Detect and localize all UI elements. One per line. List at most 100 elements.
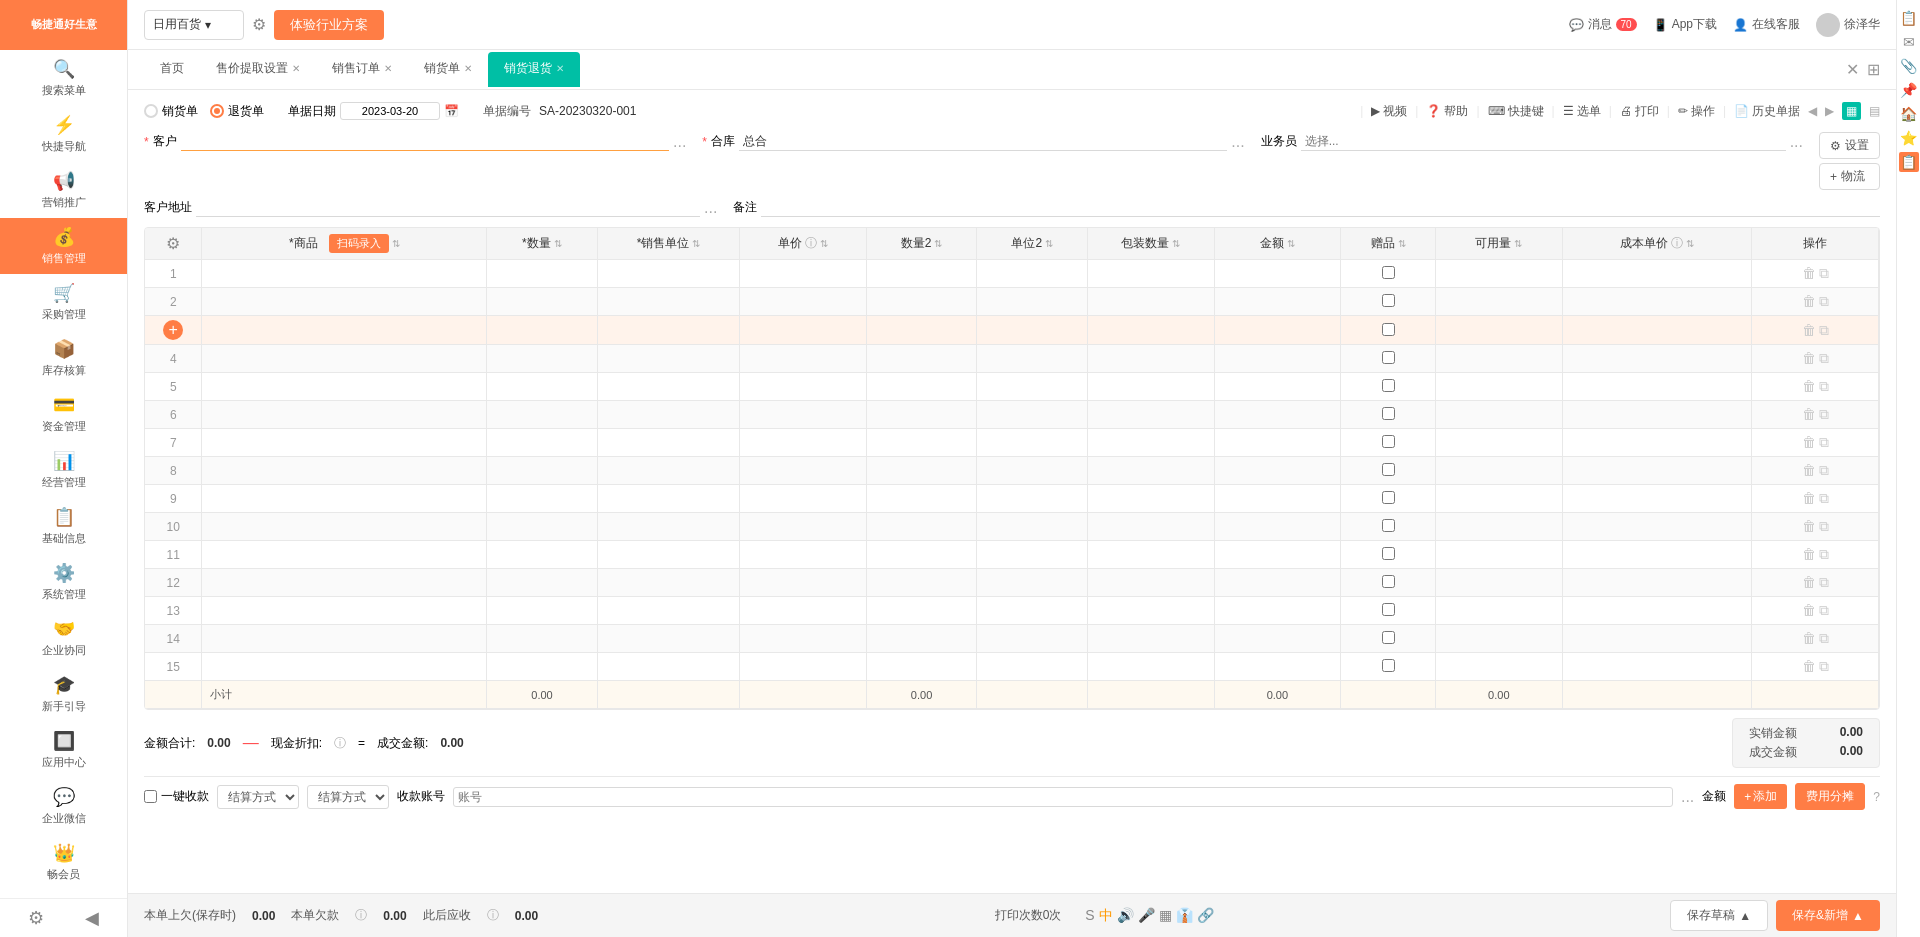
unit-price-cell[interactable] [740,345,867,373]
qty-cell[interactable] [487,485,598,513]
qty-cell[interactable] [487,513,598,541]
amount-cell[interactable] [1214,513,1341,541]
tab-sale-return[interactable]: 销货退货 ✕ [488,52,580,87]
sale-unit-cell[interactable] [597,597,739,625]
pack-qty-cell[interactable] [1088,260,1215,288]
add-payment-btn[interactable]: + 添加 [1734,784,1787,809]
available-cell[interactable] [1436,485,1563,513]
icon5[interactable]: ▦ [1159,907,1172,925]
cost-price-cell[interactable] [1562,316,1752,345]
gift-checkbox[interactable] [1382,603,1395,616]
sale-unit-cell[interactable] [597,401,739,429]
help-btn[interactable]: ❓ 帮助 [1426,103,1468,120]
salesperson-input[interactable] [1301,132,1786,151]
delete-row-btn[interactable]: 🗑 [1802,406,1816,422]
sale-unit-input[interactable] [602,549,735,561]
sale-unit-cell[interactable] [597,345,739,373]
sale-unit-input[interactable] [602,437,735,449]
unit2-cell[interactable] [977,597,1088,625]
product-cell[interactable] [202,597,487,625]
sale-unit-input[interactable] [602,633,735,645]
history-btn[interactable]: 📄 历史单据 [1734,103,1800,120]
qty-input[interactable] [491,577,593,589]
cost-price-cell[interactable] [1562,625,1752,653]
available-cell[interactable] [1436,429,1563,457]
qty-input[interactable] [491,549,593,561]
sale-unit-cell[interactable] [597,373,739,401]
unit2-cell[interactable] [977,541,1088,569]
available-cell[interactable] [1436,316,1563,345]
amount-cell[interactable] [1214,625,1341,653]
unit-price-cell[interactable] [740,653,867,681]
qty-cell[interactable] [487,316,598,345]
sale-unit-cell[interactable] [597,288,739,316]
qty-cell[interactable] [487,541,598,569]
cost-price-cell[interactable] [1562,597,1752,625]
product-cell[interactable] [202,345,487,373]
product-input[interactable] [206,409,482,421]
unit-price-input[interactable] [744,493,862,505]
qty2-cell[interactable] [866,625,977,653]
copy-row-btn[interactable]: ⧉ [1819,378,1829,394]
gift-cell[interactable] [1341,457,1436,485]
qty-sort-icon[interactable]: ⇅ [554,238,562,249]
available-sort-icon[interactable]: ⇅ [1514,238,1522,249]
gift-cell[interactable] [1341,260,1436,288]
pack-qty-cell[interactable] [1088,597,1215,625]
gift-cell[interactable] [1341,653,1436,681]
sale-unit-cell[interactable] [597,513,739,541]
sale-unit-cell[interactable] [597,541,739,569]
sale-unit-cell[interactable] [597,569,739,597]
unit-price-input[interactable] [744,549,862,561]
gift-cell[interactable] [1341,373,1436,401]
amount-cell[interactable] [1214,288,1341,316]
gift-checkbox[interactable] [1382,294,1395,307]
delete-row-btn[interactable]: 🗑 [1802,434,1816,450]
delete-row-btn[interactable]: 🗑 [1802,378,1816,394]
delete-row-btn[interactable]: 🗑 [1802,490,1816,506]
calendar-icon[interactable]: 📅 [444,104,459,118]
expected-info[interactable]: ⓘ [487,907,499,924]
unit-price-input[interactable] [744,521,862,533]
qty2-cell[interactable] [866,513,977,541]
cost-price-cell[interactable] [1562,513,1752,541]
gift-checkbox[interactable] [1382,491,1395,504]
unit-price-input[interactable] [744,353,862,365]
sale-unit-cell[interactable] [597,625,739,653]
pack-qty-cell[interactable] [1088,625,1215,653]
qty2-cell[interactable] [866,288,977,316]
product-input[interactable] [206,605,482,617]
tab-close-all-icon[interactable]: ✕ [1846,60,1859,79]
user-info[interactable]: 徐泽华 [1816,13,1880,37]
delete-row-btn[interactable]: 🗑 [1802,350,1816,366]
right-panel-icon-1[interactable]: 📋 [1899,8,1919,28]
pack-qty-cell[interactable] [1088,541,1215,569]
qty-input[interactable] [491,661,593,673]
unit2-cell[interactable] [977,457,1088,485]
qty-input[interactable] [491,409,593,421]
amount-cell[interactable] [1214,373,1341,401]
one-click-checkbox[interactable] [144,790,157,803]
radio-sale[interactable]: 销货单 [144,103,198,120]
amount-cell[interactable] [1214,485,1341,513]
product-input[interactable] [206,465,482,477]
sale-unit-cell[interactable] [597,653,739,681]
amount-cell[interactable] [1214,653,1341,681]
delete-row-btn[interactable]: 🗑 [1802,602,1816,618]
available-cell[interactable] [1436,401,1563,429]
delete-row-btn[interactable]: 🗑 [1802,293,1816,309]
address-input[interactable] [196,198,700,217]
unit-price-input[interactable] [744,437,862,449]
copy-row-btn[interactable]: ⧉ [1819,602,1829,618]
unit-price-input[interactable] [744,296,862,308]
copy-row-btn[interactable]: ⧉ [1819,322,1829,338]
unit2-cell[interactable] [977,653,1088,681]
sale-unit-input[interactable] [602,381,735,393]
cost-price-cell[interactable] [1562,288,1752,316]
product-cell[interactable] [202,429,487,457]
gift-checkbox[interactable] [1382,407,1395,420]
tab-home[interactable]: 首页 [144,52,200,87]
pack-qty-cell[interactable] [1088,345,1215,373]
available-cell[interactable] [1436,457,1563,485]
gift-checkbox[interactable] [1382,575,1395,588]
